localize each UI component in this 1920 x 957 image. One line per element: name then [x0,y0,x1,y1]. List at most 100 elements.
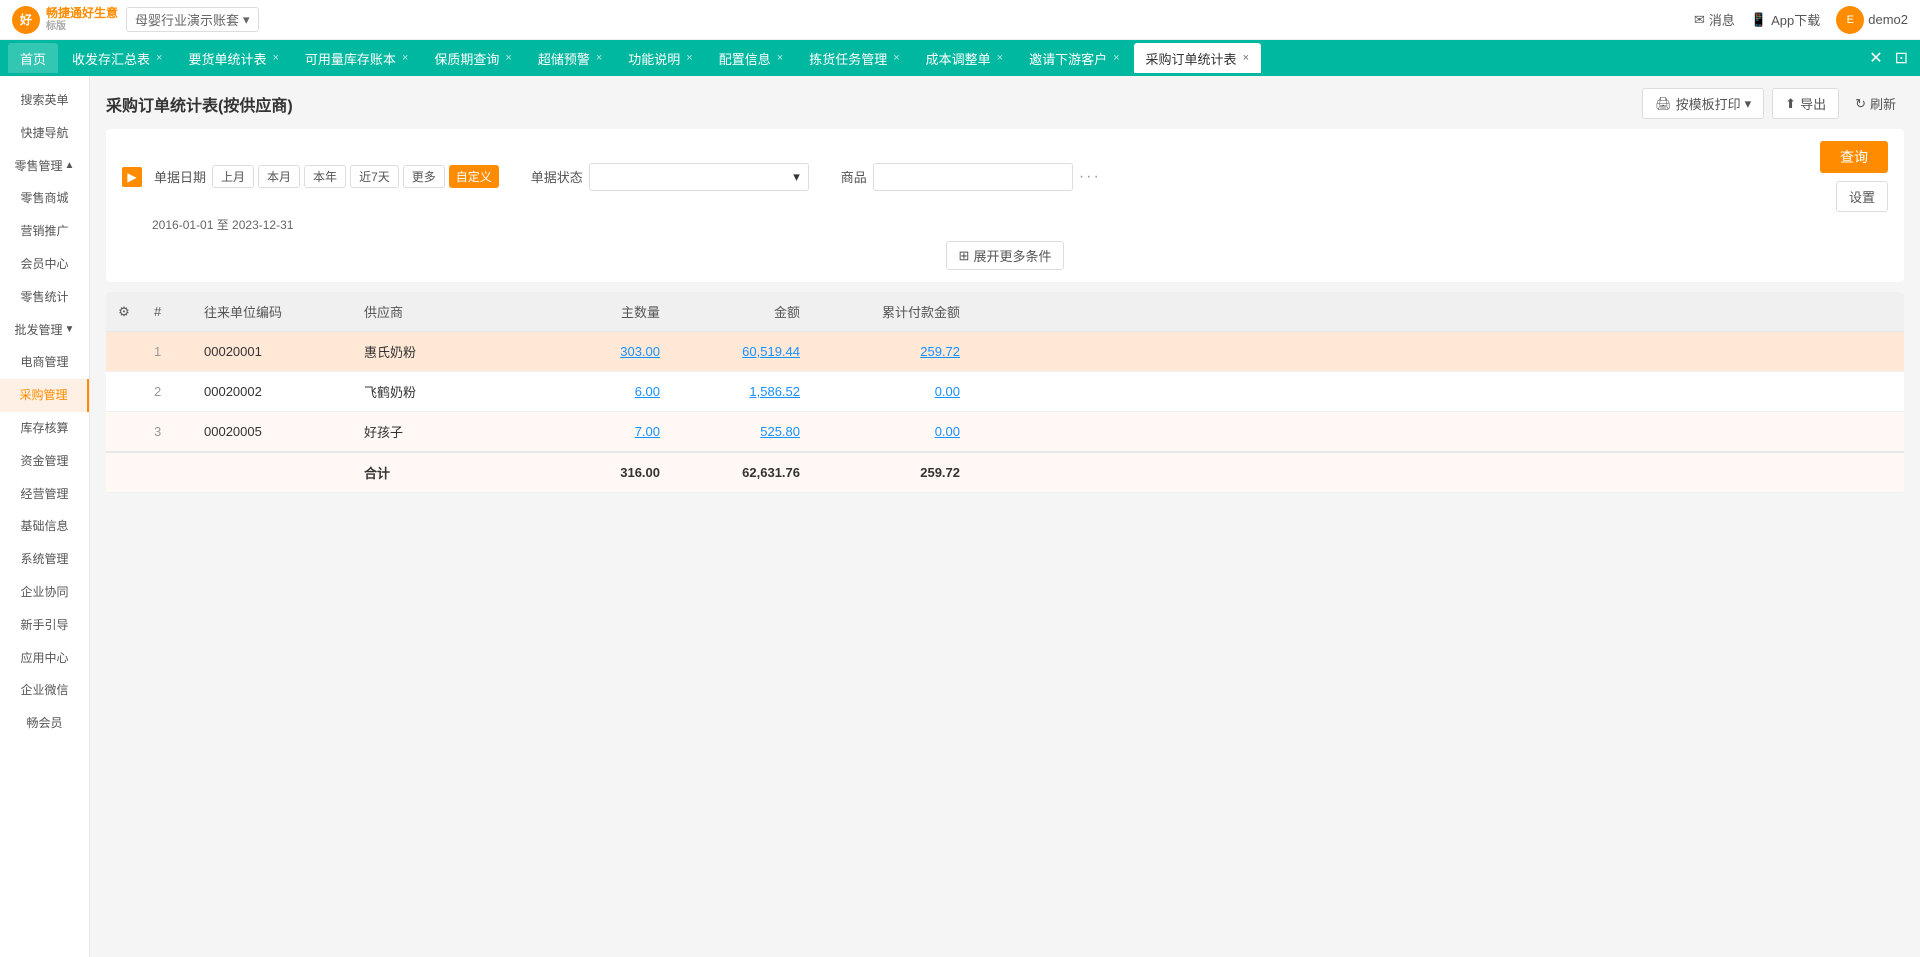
tab-order-stats[interactable]: 要货单统计表 × [176,43,290,73]
tab-cost-adjust[interactable]: 成本调整单 × [914,43,1015,73]
close-icon[interactable]: × [893,52,899,64]
table-body: 1 00020001 惠氏奶粉 303.00 60,519.44 259.72 … [106,332,1904,453]
footer-paid-amount: 259.72 [812,452,972,493]
workspace-selector[interactable]: 母婴行业演示账套 ▾ [126,7,259,32]
chevron-down-icon: ▾ [793,169,800,185]
app-download-btn[interactable]: 📱 App下载 [1751,10,1820,29]
message-btn[interactable]: ✉ 消息 [1694,10,1735,29]
sidebar-item-inventory-check[interactable]: 库存核算 [0,412,89,445]
filter-goods-item: 商品 ··· [841,163,1101,191]
filter-date-item: 单据日期 上月 本月 本年 近7天 更多 自定义 [154,165,499,188]
date-btn-7days[interactable]: 近7天 [350,165,399,188]
close-icon[interactable]: × [1113,52,1119,64]
date-btn-this-month[interactable]: 本月 [258,165,300,188]
sidebar-item-new-guide[interactable]: 新手引导 [0,609,89,642]
settings-button[interactable]: 设置 [1836,181,1888,212]
chevron-down-icon: ▲ [65,159,75,173]
avatar: E [1836,6,1864,34]
tab-function-desc[interactable]: 功能说明 × [616,43,704,73]
top-bar: 好 畅捷通好生意 标版 母婴行业演示账套 ▾ ✉ 消息 📱 App下载 E de… [0,0,1920,40]
date-btn-this-year[interactable]: 本年 [304,165,346,188]
close-icon[interactable]: × [505,52,511,64]
close-icon[interactable]: × [402,52,408,64]
tab-overstock-warning[interactable]: 超储预警 × [526,43,614,73]
col-settings-header: ⚙ [106,292,142,332]
export-icon: ⬆ [1785,96,1796,112]
sidebar-item-system-mgmt[interactable]: 系统管理 [0,543,89,576]
table-row[interactable]: 1 00020001 惠氏奶粉 303.00 60,519.44 259.72 [106,332,1904,372]
close-icon[interactable]: × [272,52,278,64]
nav-expand-btn[interactable]: ⊡ [1891,46,1912,70]
sidebar-item-search[interactable]: 搜索英单 [0,84,89,117]
date-range-display: 2016-01-01 至 2023-12-31 [152,216,1888,233]
sidebar-item-member-center[interactable]: 会员中心 [0,248,89,281]
nav-end-btns: ✕ ⊡ [1865,46,1912,70]
tab-warranty-query[interactable]: 保质期查询 × [422,43,523,73]
tab-pick-task[interactable]: 拣货任务管理 × [797,43,911,73]
refresh-icon: ↻ [1855,96,1866,112]
nav-close-btn[interactable]: ✕ [1865,46,1886,70]
close-icon[interactable]: × [686,52,692,64]
logo-text: 畅捷通好生意 标版 [46,6,118,32]
date-btn-custom[interactable]: 自定义 [449,165,499,188]
col-unit-code-header: 往来单位编码 [192,292,352,332]
sidebar-item-member[interactable]: 畅会员 [0,707,89,740]
chevron-down-icon: ▼ [65,323,75,337]
toggle-filter-btn[interactable]: ▶ [122,167,142,187]
sidebar-item-enterprise-wechat[interactable]: 企业微信 [0,674,89,707]
footer-amount: 62,631.76 [672,452,812,493]
sidebar-item-purchase-mgmt[interactable]: 采购管理 [0,379,89,412]
sidebar-item-marketing[interactable]: 营销推广 [0,215,89,248]
settings-icon[interactable]: ⚙ [118,304,130,319]
sidebar-item-app-center[interactable]: 应用中心 [0,642,89,675]
tab-invite-customer[interactable]: 邀请下游客户 × [1017,43,1131,73]
footer-label: 合计 [352,452,552,493]
col-amount-header: 金额 [672,292,812,332]
nav-tabs: 首页 收发存汇总表 × 要货单统计表 × 可用量库存账本 × 保质期查询 × 超… [0,40,1920,76]
refresh-button[interactable]: ↻ 刷新 [1847,89,1904,118]
close-icon[interactable]: × [1243,52,1249,64]
tab-receive-send[interactable]: 收发存汇总表 × [60,43,174,73]
sidebar-item-retail-mgmt[interactable]: 零售管理 ▲ [0,150,89,183]
sidebar-item-finance[interactable]: 资金管理 [0,445,89,478]
date-btn-more[interactable]: 更多 [403,165,445,188]
sidebar-item-wholesale-mgmt[interactable]: 批发管理 ▼ [0,314,89,347]
close-icon[interactable]: × [156,52,162,64]
phone-icon: 📱 [1751,12,1767,28]
tab-purchase-stats[interactable]: 采购订单统计表 × [1134,43,1261,73]
table-row[interactable]: 3 00020005 好孩子 7.00 525.80 0.00 [106,412,1904,453]
sidebar-item-retail-stats[interactable]: 零售统计 [0,281,89,314]
table-row[interactable]: 2 00020002 飞鹤奶粉 6.00 1,586.52 0.00 [106,372,1904,412]
goods-more-icon[interactable]: ··· [1079,168,1101,186]
sidebar-item-basic-info[interactable]: 基础信息 [0,510,89,543]
close-icon[interactable]: × [777,52,783,64]
page-header: 采购订单统计表(按供应商) 🖨 按模板打印 ▾ ⬆ 导出 ↻ 刷新 [106,88,1904,119]
print-button[interactable]: 🖨 按模板打印 ▾ [1642,88,1764,119]
logo-icon: 好 [12,6,40,34]
filter-row: ▶ 单据日期 上月 本月 本年 近7天 更多 自定义 单据状态 [122,141,1888,212]
query-button[interactable]: 查询 [1820,141,1888,173]
filter-status-item: 单据状态 ▾ [531,163,809,191]
tab-home[interactable]: 首页 [8,43,58,73]
close-icon[interactable]: × [997,52,1003,64]
sidebar-item-retail-store[interactable]: 零售商城 [0,182,89,215]
date-btn-last-month[interactable]: 上月 [212,165,254,188]
col-supplier-header: 供应商 [352,292,552,332]
export-button[interactable]: ⬆ 导出 [1772,88,1839,119]
sidebar-item-quick-nav[interactable]: 快捷导航 [0,117,89,150]
col-seq-header: # [142,292,192,332]
sidebar-item-ecommerce[interactable]: 电商管理 [0,346,89,379]
col-extra-header [972,292,1904,332]
date-buttons: 上月 本月 本年 近7天 更多 自定义 [212,165,499,188]
tab-config-info[interactable]: 配置信息 × [707,43,795,73]
goods-input[interactable] [873,163,1073,191]
close-icon[interactable]: × [596,52,602,64]
user-area[interactable]: E demo2 [1836,6,1908,34]
tab-available-stock[interactable]: 可用量库存账本 × [293,43,420,73]
sidebar-item-ops-mgmt[interactable]: 经营管理 [0,478,89,511]
status-select[interactable]: ▾ [589,163,809,191]
expand-more-button[interactable]: ⊞ 展开更多条件 [946,241,1065,270]
logo-area: 好 畅捷通好生意 标版 [12,6,118,34]
message-icon: ✉ [1694,12,1705,28]
sidebar-item-enterprise-collab[interactable]: 企业协同 [0,576,89,609]
